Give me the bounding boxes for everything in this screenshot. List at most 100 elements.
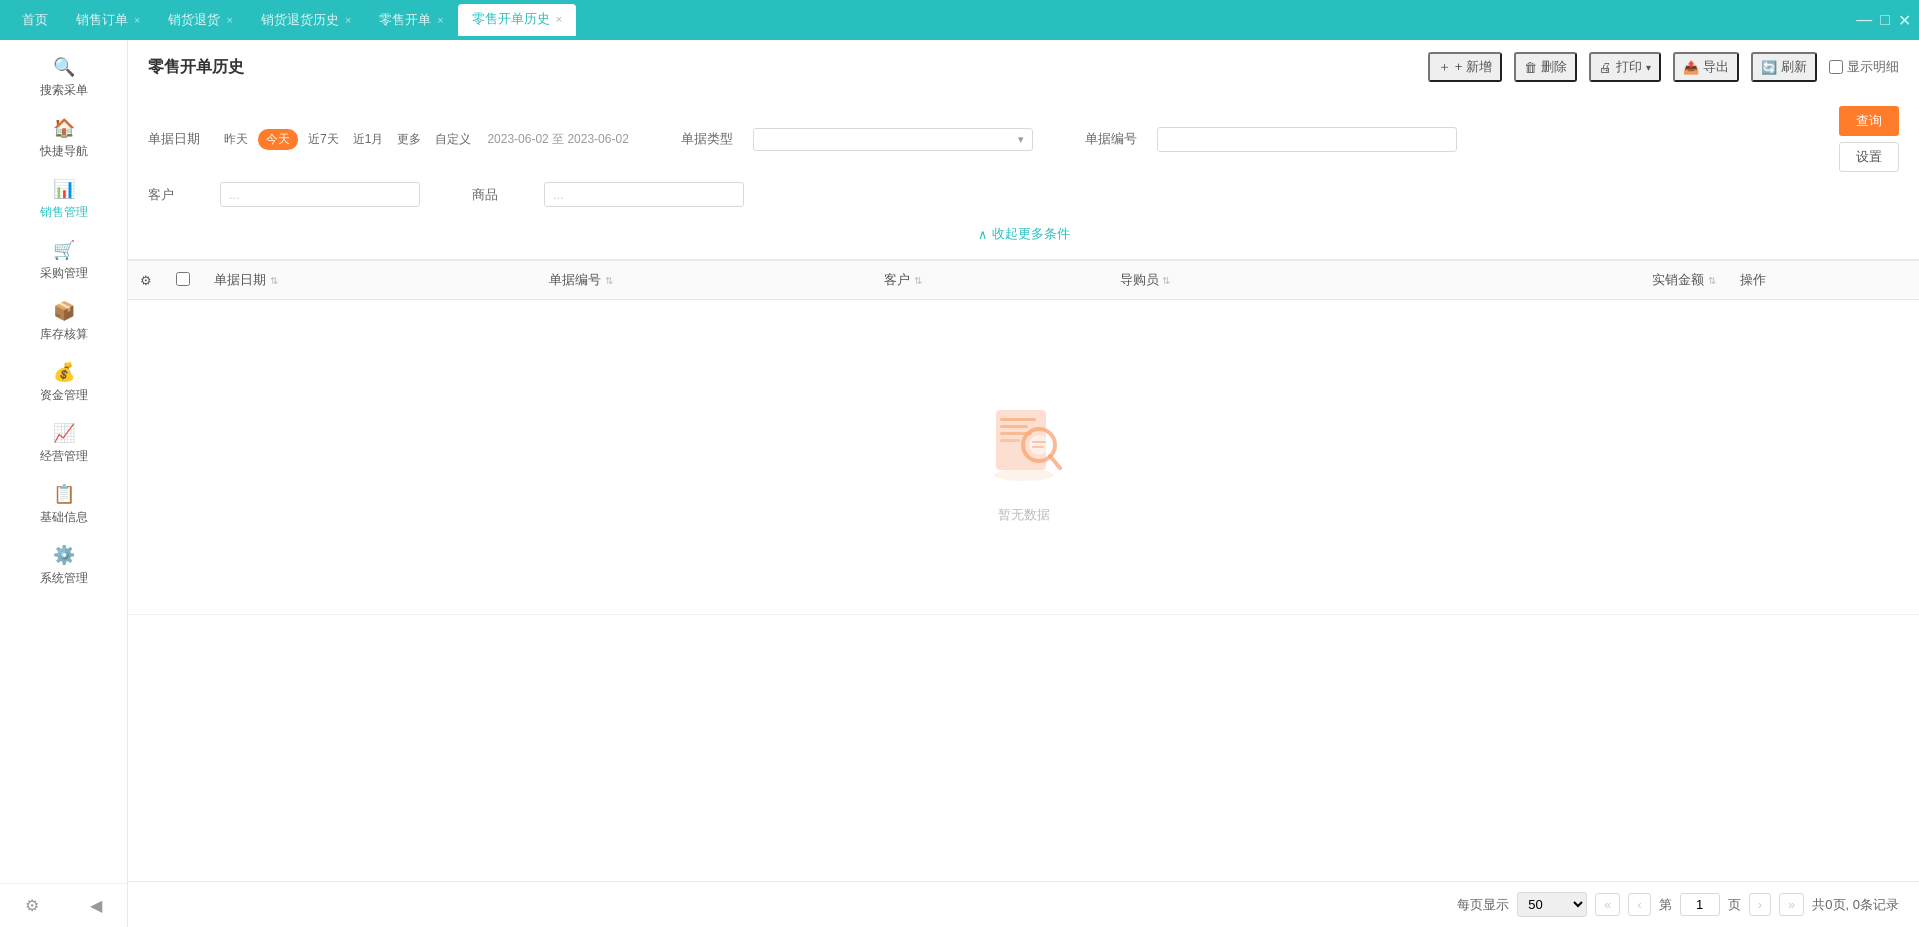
sidebar: 🔍 搜索采单 🏠 快捷导航 📊 销售管理 🛒 采购管理 📦 库存核算 💰 资金管… (0, 40, 128, 927)
tab-sales-return[interactable]: 销货退货 × (154, 4, 246, 36)
delete-label: 删除 (1541, 58, 1567, 76)
col-salesperson[interactable]: 导购员 ⇅ (1108, 261, 1393, 300)
sidebar-item-sales-label: 销售管理 (40, 204, 88, 221)
display-toggle[interactable]: 显示明细 (1829, 58, 1899, 76)
doc-num-input[interactable] (1157, 127, 1457, 152)
tab-retail-open-history-close[interactable]: × (556, 13, 562, 25)
filter-row-1: 单据日期 昨天 今天 近7天 近1月 更多 自定义 2023-06-02 至 2… (148, 106, 1899, 172)
display-checkbox[interactable] (1829, 60, 1843, 74)
query-button[interactable]: 查询 (1839, 106, 1899, 136)
sidebar-settings-icon[interactable]: ⚙ (25, 896, 39, 915)
col-settings[interactable]: ⚙ (128, 261, 164, 300)
page-input[interactable] (1680, 893, 1720, 916)
tab-retail-open[interactable]: 零售开单 × (365, 4, 457, 36)
tab-retail-open-close[interactable]: × (437, 14, 443, 26)
sidebar-item-basic[interactable]: 📋 基础信息 (0, 473, 127, 534)
tab-sales-return-history-close[interactable]: × (345, 14, 351, 26)
gear-icon: ⚙️ (53, 544, 75, 566)
sidebar-item-system-label: 系统管理 (40, 570, 88, 587)
close-button[interactable]: ✕ (1898, 11, 1911, 30)
tab-retail-open-history[interactable]: 零售开单历史 × (458, 4, 576, 36)
tab-sales-return-close[interactable]: × (226, 14, 232, 26)
col-doc-date-label: 单据日期 (214, 272, 266, 287)
sidebar-item-purchase[interactable]: 🛒 采购管理 (0, 229, 127, 290)
pagination: 每页显示 10 20 50 100 « ‹ 第 页 › » 共0页, 0条记录 (128, 881, 1919, 927)
collapse-button[interactable]: ∧ 收起更多条件 (966, 221, 1082, 247)
sidebar-item-sales[interactable]: 📊 销售管理 (0, 168, 127, 229)
col-doc-num[interactable]: 单据编号 ⇅ (537, 261, 872, 300)
date-last-month[interactable]: 近1月 (349, 129, 388, 150)
settings-button[interactable]: 设置 (1839, 142, 1899, 172)
date-more[interactable]: 更多 (393, 129, 425, 150)
filter-area: 单据日期 昨天 今天 近7天 近1月 更多 自定义 2023-06-02 至 2… (148, 94, 1899, 259)
empty-row: 暂无数据 (128, 300, 1919, 615)
sidebar-item-purchase-label: 采购管理 (40, 265, 88, 282)
toolbar: ＋ + 新增 🗑 删除 🖨 打印 ▾ 📤 导出 (1428, 52, 1899, 82)
table-container: ⚙ 单据日期 ⇅ 单据编号 ⇅ 客户 (128, 260, 1919, 881)
sidebar-item-basic-label: 基础信息 (40, 509, 88, 526)
tab-home[interactable]: 首页 (8, 4, 62, 36)
table-head: ⚙ 单据日期 ⇅ 单据编号 ⇅ 客户 (128, 261, 1919, 300)
col-customer-sort: ⇅ (914, 275, 922, 286)
sidebar-item-operation[interactable]: 📈 经营管理 (0, 412, 127, 473)
delete-icon: 🗑 (1524, 60, 1537, 75)
sidebar-item-system[interactable]: ⚙️ 系统管理 (0, 534, 127, 595)
export-button[interactable]: 📤 导出 (1673, 52, 1739, 82)
col-checkbox[interactable] (164, 261, 202, 300)
maximize-button[interactable]: □ (1880, 11, 1890, 29)
sidebar-item-search[interactable]: 🔍 搜索采单 (0, 48, 127, 107)
window-controls: — □ ✕ (1856, 11, 1911, 30)
customer-input[interactable]: ... (220, 182, 420, 207)
select-all-checkbox[interactable] (176, 272, 190, 286)
sidebar-item-finance[interactable]: 💰 资金管理 (0, 351, 127, 412)
svg-line-8 (1050, 456, 1060, 468)
page-total: 共0页, 0条记录 (1812, 896, 1899, 914)
chart-icon: 📊 (53, 178, 75, 200)
sidebar-item-inventory[interactable]: 📦 库存核算 (0, 290, 127, 351)
add-icon: ＋ (1438, 58, 1451, 76)
col-doc-num-sort: ⇅ (605, 275, 613, 286)
goods-input[interactable]: ... (544, 182, 744, 207)
date-filter-label: 单据日期 (148, 130, 208, 148)
sidebar-item-quick-nav[interactable]: 🏠 快捷导航 (0, 107, 127, 168)
page-size-select[interactable]: 10 20 50 100 (1517, 892, 1587, 917)
filter-collapse-row: ∧ 收起更多条件 (148, 217, 1899, 247)
col-customer[interactable]: 客户 ⇅ (872, 261, 1108, 300)
collapse-up-icon: ∧ (978, 227, 988, 242)
col-amount-sort: ⇅ (1708, 275, 1716, 286)
next-page-button[interactable]: › (1749, 893, 1771, 916)
sidebar-collapse-icon[interactable]: ◀ (90, 896, 102, 915)
tab-sales-return-history[interactable]: 销货退货历史 × (247, 4, 365, 36)
prev-page-button[interactable]: ‹ (1628, 893, 1650, 916)
col-amount[interactable]: 实销金额 ⇅ (1393, 261, 1728, 300)
home-icon: 🏠 (53, 117, 75, 139)
add-label: + 新增 (1455, 58, 1492, 76)
money-icon: 💰 (53, 361, 75, 383)
add-button[interactable]: ＋ + 新增 (1428, 52, 1502, 82)
page-title-row: 零售开单历史 ＋ + 新增 🗑 删除 🖨 打印 ▾ (148, 52, 1899, 82)
first-page-button[interactable]: « (1595, 893, 1620, 916)
tab-sales-order[interactable]: 销售订单 × (62, 4, 154, 36)
last-page-button[interactable]: » (1779, 893, 1804, 916)
date-custom[interactable]: 自定义 (431, 129, 475, 150)
doc-type-select[interactable]: ▾ (753, 128, 1033, 151)
date-yesterday[interactable]: 昨天 (220, 129, 252, 150)
svg-point-7 (1029, 435, 1049, 455)
col-action-label: 操作 (1740, 272, 1766, 287)
trending-icon: 📈 (53, 422, 75, 444)
col-salesperson-sort: ⇅ (1162, 275, 1170, 286)
tab-sales-order-close[interactable]: × (134, 14, 140, 26)
sidebar-item-finance-label: 资金管理 (40, 387, 88, 404)
delete-button[interactable]: 🗑 删除 (1514, 52, 1577, 82)
print-button[interactable]: 🖨 打印 ▾ (1589, 52, 1661, 82)
col-customer-label: 客户 (884, 272, 910, 287)
col-doc-date[interactable]: 单据日期 ⇅ (202, 261, 537, 300)
display-label: 显示明细 (1847, 58, 1899, 76)
cart-icon: 🛒 (53, 239, 75, 261)
date-last7[interactable]: 近7天 (304, 129, 343, 150)
minimize-button[interactable]: — (1856, 11, 1872, 29)
date-today[interactable]: 今天 (258, 129, 298, 150)
print-dropdown-icon: ▾ (1646, 62, 1651, 73)
sidebar-item-operation-label: 经营管理 (40, 448, 88, 465)
refresh-button[interactable]: 🔄 刷新 (1751, 52, 1817, 82)
